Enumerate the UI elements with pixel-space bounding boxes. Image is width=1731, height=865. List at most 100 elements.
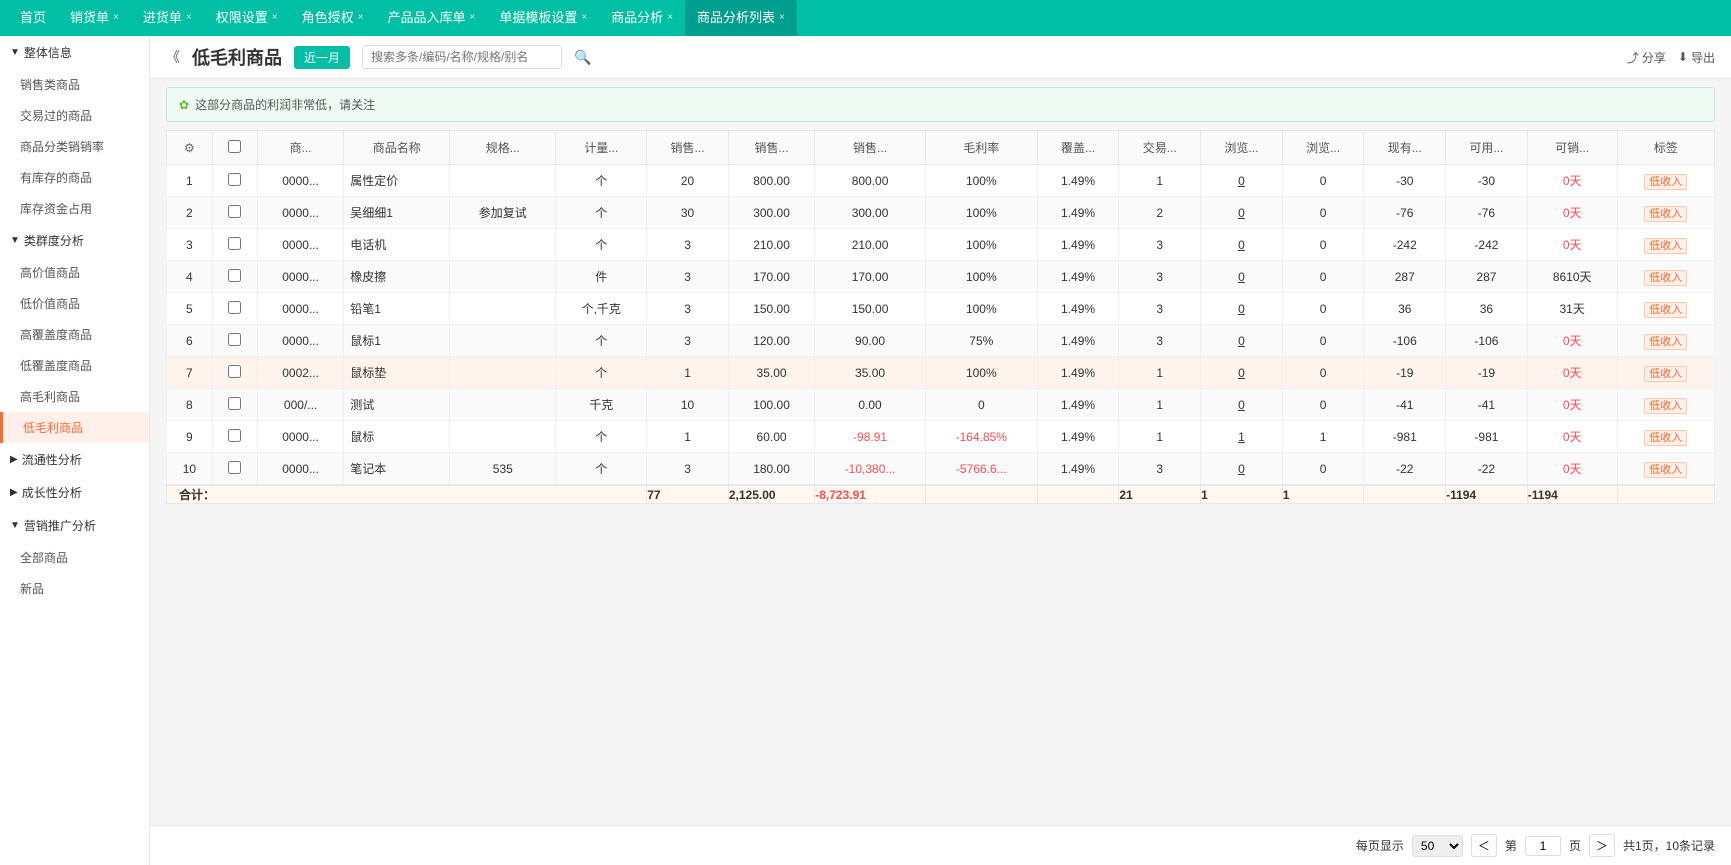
col-unit[interactable]: 计量...	[556, 131, 647, 165]
cell-browse1[interactable]: 0	[1201, 453, 1283, 486]
sidebar-item-in-stock-goods[interactable]: 有库存的商品	[0, 162, 149, 193]
col-sales-amt[interactable]: 销售...	[728, 131, 814, 165]
prev-page-button[interactable]: ＜	[1471, 834, 1497, 857]
cell-name[interactable]: 橡皮擦	[344, 261, 450, 293]
cell-browse1[interactable]: 0	[1201, 357, 1283, 389]
sidebar-item-high-value[interactable]: 高价值商品	[0, 257, 149, 288]
sidebar-item-all-goods[interactable]: 全部商品	[0, 542, 149, 573]
nav-purchase-order[interactable]: 进货单 ×	[131, 0, 204, 36]
cell-checkbox[interactable]	[212, 389, 257, 421]
col-checkbox[interactable]	[212, 131, 257, 165]
close-icon[interactable]: ×	[113, 0, 119, 36]
row-checkbox[interactable]	[228, 205, 241, 218]
close-icon[interactable]: ×	[779, 0, 785, 36]
nav-sales-order[interactable]: 销货单 ×	[58, 0, 131, 36]
nav-product-analysis[interactable]: 商品分析 ×	[599, 0, 685, 36]
cell-checkbox[interactable]	[212, 229, 257, 261]
row-checkbox[interactable]	[228, 173, 241, 186]
page-number-input[interactable]	[1525, 836, 1561, 856]
export-button[interactable]: ⬇ 导出	[1678, 49, 1715, 66]
col-spec[interactable]: 规格...	[450, 131, 556, 165]
nav-template-settings[interactable]: 单据模板设置 ×	[487, 0, 599, 36]
cell-browse1[interactable]: 0	[1201, 229, 1283, 261]
col-stock[interactable]: 现有...	[1364, 131, 1446, 165]
sidebar-item-stock-capital[interactable]: 库存资金占用	[0, 193, 149, 224]
cell-checkbox[interactable]	[212, 293, 257, 325]
sidebar-item-low-profit[interactable]: 低毛利商品	[0, 412, 149, 443]
cell-checkbox[interactable]	[212, 357, 257, 389]
cell-browse1[interactable]: 0	[1201, 261, 1283, 293]
row-checkbox[interactable]	[228, 461, 241, 474]
nav-role-auth[interactable]: 角色授权 ×	[290, 0, 376, 36]
row-checkbox[interactable]	[228, 397, 241, 410]
cell-name[interactable]: 鼠标垫	[344, 357, 450, 389]
cell-checkbox[interactable]	[212, 453, 257, 486]
col-tag[interactable]: 标签	[1617, 131, 1714, 165]
cell-browse1[interactable]: 0	[1201, 165, 1283, 197]
sidebar-item-low-coverage[interactable]: 低覆盖度商品	[0, 350, 149, 381]
share-button[interactable]: ⤴ 分享	[1627, 49, 1666, 66]
cell-browse1[interactable]: 0	[1201, 293, 1283, 325]
cell-browse1[interactable]: 1	[1201, 421, 1283, 453]
cell-checkbox[interactable]	[212, 165, 257, 197]
nav-product-entry[interactable]: 产品品入库单 ×	[375, 0, 487, 36]
cell-checkbox[interactable]	[212, 261, 257, 293]
settings-icon[interactable]: ⚙	[184, 141, 195, 155]
cell-name[interactable]: 电话机	[344, 229, 450, 261]
col-coverage[interactable]: 覆盖...	[1037, 131, 1119, 165]
col-saleable[interactable]: 可销...	[1527, 131, 1617, 165]
row-checkbox[interactable]	[228, 237, 241, 250]
col-gross-rate[interactable]: 毛利率	[925, 131, 1037, 165]
col-code[interactable]: 商...	[257, 131, 343, 165]
cell-browse1[interactable]: 0	[1201, 197, 1283, 229]
sidebar-item-traded-goods[interactable]: 交易过的商品	[0, 100, 149, 131]
sidebar-section-marketing[interactable]: ▼ 营销推广分析	[0, 509, 149, 542]
col-sales-qty[interactable]: 销售...	[647, 131, 729, 165]
page-size-select[interactable]: 50 100 200	[1412, 835, 1463, 857]
cell-name[interactable]: 鼠标	[344, 421, 450, 453]
col-name[interactable]: 商品名称	[344, 131, 450, 165]
cell-checkbox[interactable]	[212, 325, 257, 357]
col-sales-profit[interactable]: 销售...	[815, 131, 926, 165]
close-icon[interactable]: ×	[469, 0, 475, 36]
row-checkbox[interactable]	[228, 333, 241, 346]
sidebar-item-high-profit[interactable]: 高毛利商品	[0, 381, 149, 412]
sidebar-item-category-sales-rate[interactable]: 商品分类销销率	[0, 131, 149, 162]
cell-checkbox[interactable]	[212, 197, 257, 229]
sidebar-item-sales-goods[interactable]: 销售类商品	[0, 69, 149, 100]
sidebar-item-low-value[interactable]: 低价值商品	[0, 288, 149, 319]
search-button[interactable]: 🔍	[574, 49, 591, 66]
next-page-button[interactable]: ＞	[1589, 834, 1615, 857]
col-available[interactable]: 可用...	[1446, 131, 1528, 165]
close-icon[interactable]: ×	[358, 0, 364, 36]
sidebar-collapse-button[interactable]: 《	[166, 47, 180, 67]
search-input[interactable]	[362, 45, 562, 69]
sidebar-item-high-coverage[interactable]: 高覆盖度商品	[0, 319, 149, 350]
close-icon[interactable]: ×	[272, 0, 278, 36]
close-icon[interactable]: ×	[186, 0, 192, 36]
row-checkbox[interactable]	[228, 365, 241, 378]
col-trades[interactable]: 交易...	[1119, 131, 1201, 165]
cell-name[interactable]: 笔记本	[344, 453, 450, 486]
sidebar-section-growth[interactable]: ▶ 成长性分析	[0, 476, 149, 509]
cell-browse1[interactable]: 0	[1201, 389, 1283, 421]
close-icon[interactable]: ×	[581, 0, 587, 36]
sidebar-section-overall[interactable]: ▼ 整体信息	[0, 36, 149, 69]
row-checkbox[interactable]	[228, 429, 241, 442]
close-icon[interactable]: ×	[667, 0, 673, 36]
cell-name[interactable]: 吴细细1	[344, 197, 450, 229]
row-checkbox[interactable]	[228, 269, 241, 282]
nav-permission[interactable]: 权限设置 ×	[204, 0, 290, 36]
nav-home[interactable]: 首页	[8, 0, 58, 36]
cell-checkbox[interactable]	[212, 421, 257, 453]
cell-name[interactable]: 属性定价	[344, 165, 450, 197]
col-settings[interactable]: ⚙	[167, 131, 213, 165]
col-browse2[interactable]: 浏览...	[1282, 131, 1364, 165]
cell-name[interactable]: 测试	[344, 389, 450, 421]
date-filter-button[interactable]: 近一月	[294, 46, 350, 69]
sidebar-section-cluster[interactable]: ▼ 类群度分析	[0, 224, 149, 257]
cell-browse1[interactable]: 0	[1201, 325, 1283, 357]
select-all-checkbox[interactable]	[228, 140, 241, 153]
sidebar-item-new-goods[interactable]: 新品	[0, 573, 149, 604]
cell-name[interactable]: 铅笔1	[344, 293, 450, 325]
